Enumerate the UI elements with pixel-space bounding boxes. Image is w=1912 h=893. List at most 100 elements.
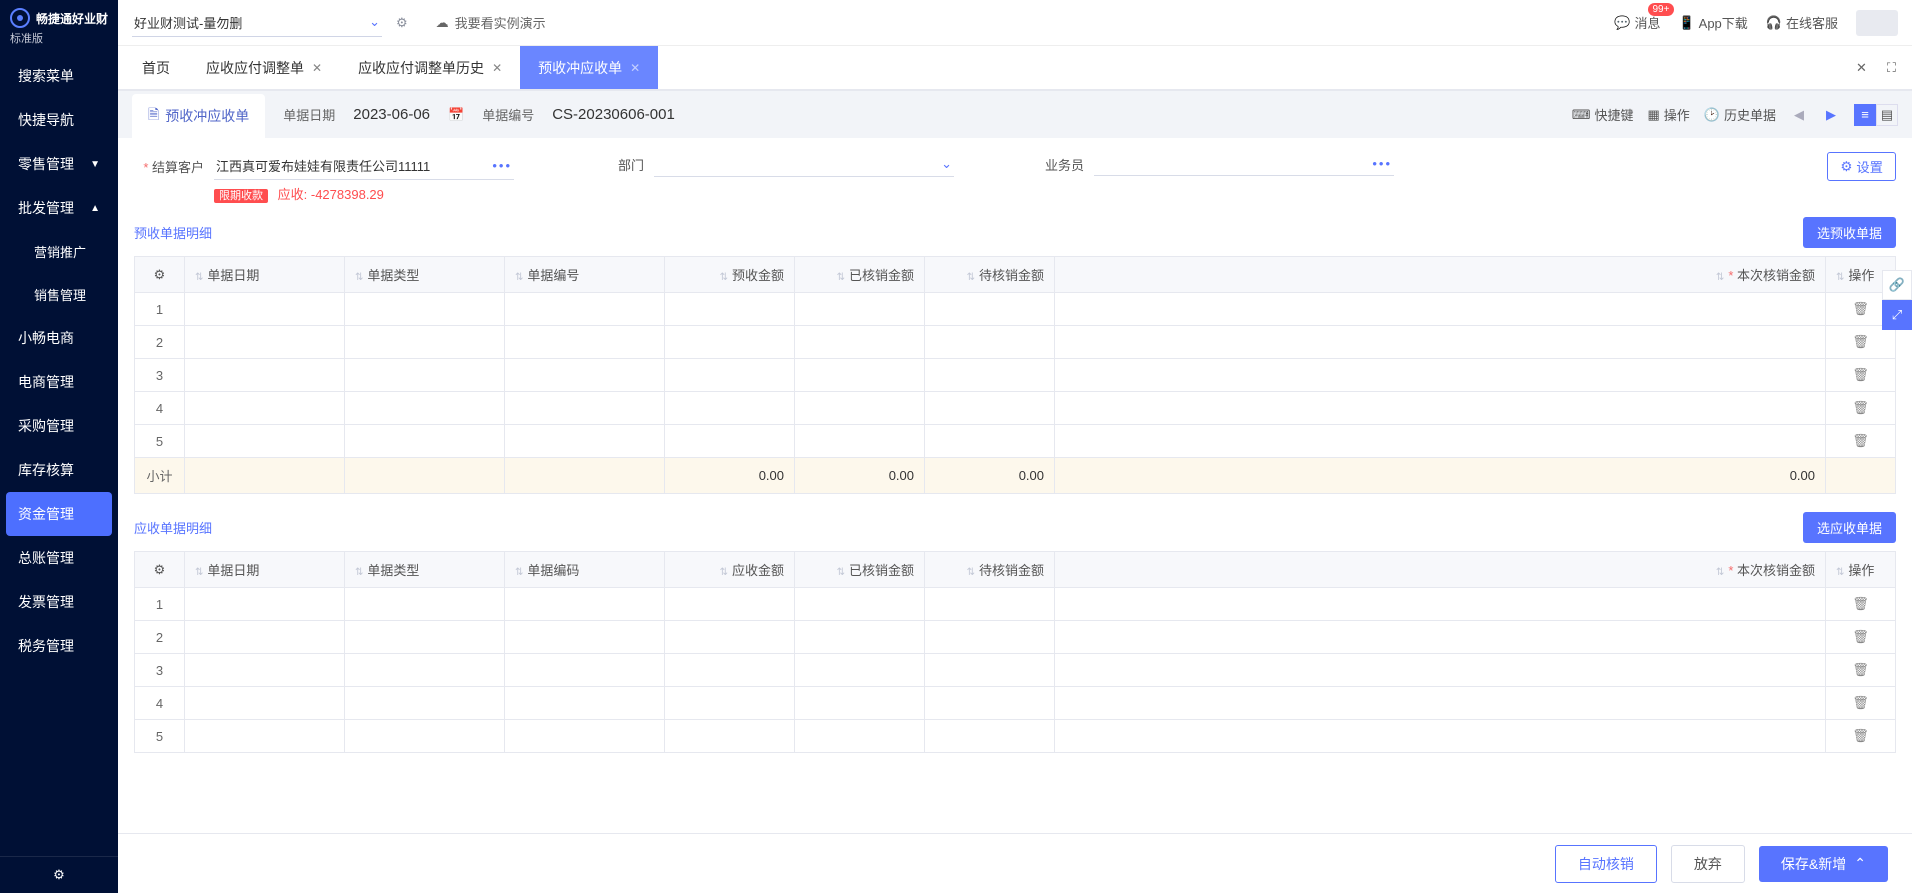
expand-button[interactable]: ⤢	[1882, 300, 1912, 330]
calendar-icon[interactable]: 📅	[448, 107, 464, 123]
sidebar-item-2[interactable]: 零售管理▼	[0, 142, 118, 186]
history-button[interactable]: 🕑历史单据	[1704, 105, 1776, 124]
table-row[interactable]: 3🗑	[135, 359, 1896, 392]
prepay-grid: ⚙⇅单据日期⇅单据类型⇅单据编号⇅预收金额⇅已核销金额⇅待核销金额⇅本次核销金额…	[134, 256, 1896, 494]
col-6[interactable]: ⇅本次核销金额	[1055, 552, 1826, 588]
column-settings[interactable]: ⚙	[135, 552, 185, 588]
sidebar-settings[interactable]: ⚙	[0, 856, 118, 893]
col-3[interactable]: ⇅应收金额	[665, 552, 795, 588]
prev-doc-button[interactable]: ◀	[1790, 107, 1808, 123]
delete-row-button[interactable]: 🗑	[1826, 720, 1896, 753]
shortcuts-button[interactable]: ⌨快捷键	[1572, 105, 1634, 124]
demo-link[interactable]: ☁ 我要看实例演示	[436, 13, 546, 32]
sales-input[interactable]: •••	[1094, 152, 1394, 176]
delete-row-button[interactable]: 🗑	[1826, 326, 1896, 359]
sidebar-item-8[interactable]: 采购管理	[0, 404, 118, 448]
column-settings[interactable]: ⚙	[135, 257, 185, 293]
close-icon[interactable]: ✕	[630, 61, 640, 75]
customer-input[interactable]: 江西真可爱布娃娃有限责任公司11111 •••	[214, 152, 514, 180]
col-3[interactable]: ⇅预收金额	[665, 257, 795, 293]
delete-row-button[interactable]: 🗑	[1826, 359, 1896, 392]
col-1[interactable]: ⇅单据类型	[345, 257, 505, 293]
col-7[interactable]: ⇅操作	[1826, 552, 1896, 588]
col-6[interactable]: ⇅本次核销金额	[1055, 257, 1826, 293]
sidebar-item-12[interactable]: 发票管理	[0, 580, 118, 624]
close-tab-button[interactable]: ✕	[1852, 56, 1871, 80]
col-2[interactable]: ⇅单据编号	[505, 257, 665, 293]
delete-row-button[interactable]: 🗑	[1826, 588, 1896, 621]
sidebar-item-6[interactable]: 小畅电商	[0, 316, 118, 360]
view-list-button[interactable]: ≡	[1854, 104, 1876, 126]
dept-input[interactable]: ⌄	[654, 152, 954, 177]
sidebar-item-10[interactable]: 资金管理	[6, 492, 112, 536]
sidebar-item-3[interactable]: 批发管理▲	[0, 186, 118, 230]
tab-2[interactable]: 应收应付调整单历史✕	[340, 46, 520, 89]
table-row[interactable]: 4🗑	[135, 392, 1896, 425]
select-prepay-button[interactable]: 选预收单据	[1803, 217, 1896, 248]
col-0[interactable]: ⇅单据日期	[185, 257, 345, 293]
lookup-icon[interactable]: •••	[1372, 156, 1392, 171]
col-4[interactable]: ⇅已核销金额	[795, 257, 925, 293]
table-row[interactable]: 4🗑	[135, 687, 1896, 720]
settings-button[interactable]: ⚙设置	[1827, 152, 1896, 181]
overdue-tag: 限期收款	[214, 189, 268, 203]
sidebar-item-5[interactable]: 销售管理	[0, 273, 118, 316]
phone-icon: 📱	[1678, 15, 1694, 31]
doc-title: 预收冲应收单	[165, 106, 249, 126]
col-5[interactable]: ⇅待核销金额	[925, 257, 1055, 293]
sidebar-item-4[interactable]: 营销推广	[0, 230, 118, 273]
messages-button[interactable]: 💬 消息 99+	[1614, 13, 1660, 32]
attachment-button[interactable]: 🔗	[1882, 270, 1912, 300]
delete-row-button[interactable]: 🗑	[1826, 621, 1896, 654]
sidebar-item-7[interactable]: 电商管理	[0, 360, 118, 404]
tab-1[interactable]: 应收应付调整单✕	[188, 46, 340, 89]
table-row[interactable]: 1🗑	[135, 588, 1896, 621]
table-row[interactable]: 2🗑	[135, 326, 1896, 359]
delete-row-button[interactable]: 🗑	[1826, 392, 1896, 425]
gear-icon[interactable]: ⚙	[396, 15, 408, 31]
date-value[interactable]: 2023-06-06	[353, 106, 430, 123]
dept-label: 部门	[574, 155, 644, 174]
table-row[interactable]: 5🗑	[135, 425, 1896, 458]
tab-3[interactable]: 预收冲应收单✕	[520, 46, 658, 89]
next-doc-button[interactable]: ▶	[1822, 107, 1840, 123]
sidebar-item-11[interactable]: 总账管理	[0, 536, 118, 580]
demo-label: 我要看实例演示	[455, 13, 546, 32]
save-new-button[interactable]: 保存&新增⌃	[1759, 846, 1888, 882]
app-download-button[interactable]: 📱 App下载	[1678, 13, 1747, 32]
lookup-icon[interactable]: •••	[492, 158, 512, 173]
delete-row-button[interactable]: 🗑	[1826, 654, 1896, 687]
sidebar-item-13[interactable]: 税务管理	[0, 624, 118, 668]
col-5[interactable]: ⇅待核销金额	[925, 552, 1055, 588]
table-row[interactable]: 3🗑	[135, 654, 1896, 687]
col-0[interactable]: ⇅单据日期	[185, 552, 345, 588]
discard-button[interactable]: 放弃	[1671, 845, 1745, 883]
delete-row-button[interactable]: 🗑	[1826, 425, 1896, 458]
env-selector[interactable]: 好业财测试-量勿删 ⌄	[132, 9, 382, 37]
ops-button[interactable]: ▦操作	[1647, 105, 1689, 124]
auto-writeoff-button[interactable]: 自动核销	[1555, 845, 1657, 883]
subtotal-row: 小计0.000.000.000.00	[135, 458, 1896, 494]
delete-row-button[interactable]: 🗑	[1826, 687, 1896, 720]
table-row[interactable]: 2🗑	[135, 621, 1896, 654]
sidebar-item-0[interactable]: 搜索菜单	[0, 54, 118, 98]
select-ar-button[interactable]: 选应收单据	[1803, 512, 1896, 543]
sidebar-item-9[interactable]: 库存核算	[0, 448, 118, 492]
support-button[interactable]: 🎧 在线客服	[1766, 13, 1838, 32]
close-icon[interactable]: ✕	[492, 61, 502, 75]
sidebar-item-1[interactable]: 快捷导航	[0, 98, 118, 142]
chevron-down-icon: ⌄	[941, 156, 952, 172]
avatar[interactable]	[1856, 10, 1898, 36]
document-icon: 🗎	[148, 104, 159, 128]
table-row[interactable]: 1🗑	[135, 293, 1896, 326]
tab-0[interactable]: 首页	[124, 46, 188, 89]
col-2[interactable]: ⇅单据编码	[505, 552, 665, 588]
view-grid-button[interactable]: ▤	[1876, 104, 1898, 126]
close-icon[interactable]: ✕	[312, 61, 322, 75]
doc-title-tab[interactable]: 🗎 预收冲应收单	[132, 94, 265, 138]
col-4[interactable]: ⇅已核销金额	[795, 552, 925, 588]
col-1[interactable]: ⇅单据类型	[345, 552, 505, 588]
history-icon: 🕑	[1704, 107, 1720, 123]
fullscreen-button[interactable]: ⛶	[1883, 56, 1900, 80]
table-row[interactable]: 5🗑	[135, 720, 1896, 753]
